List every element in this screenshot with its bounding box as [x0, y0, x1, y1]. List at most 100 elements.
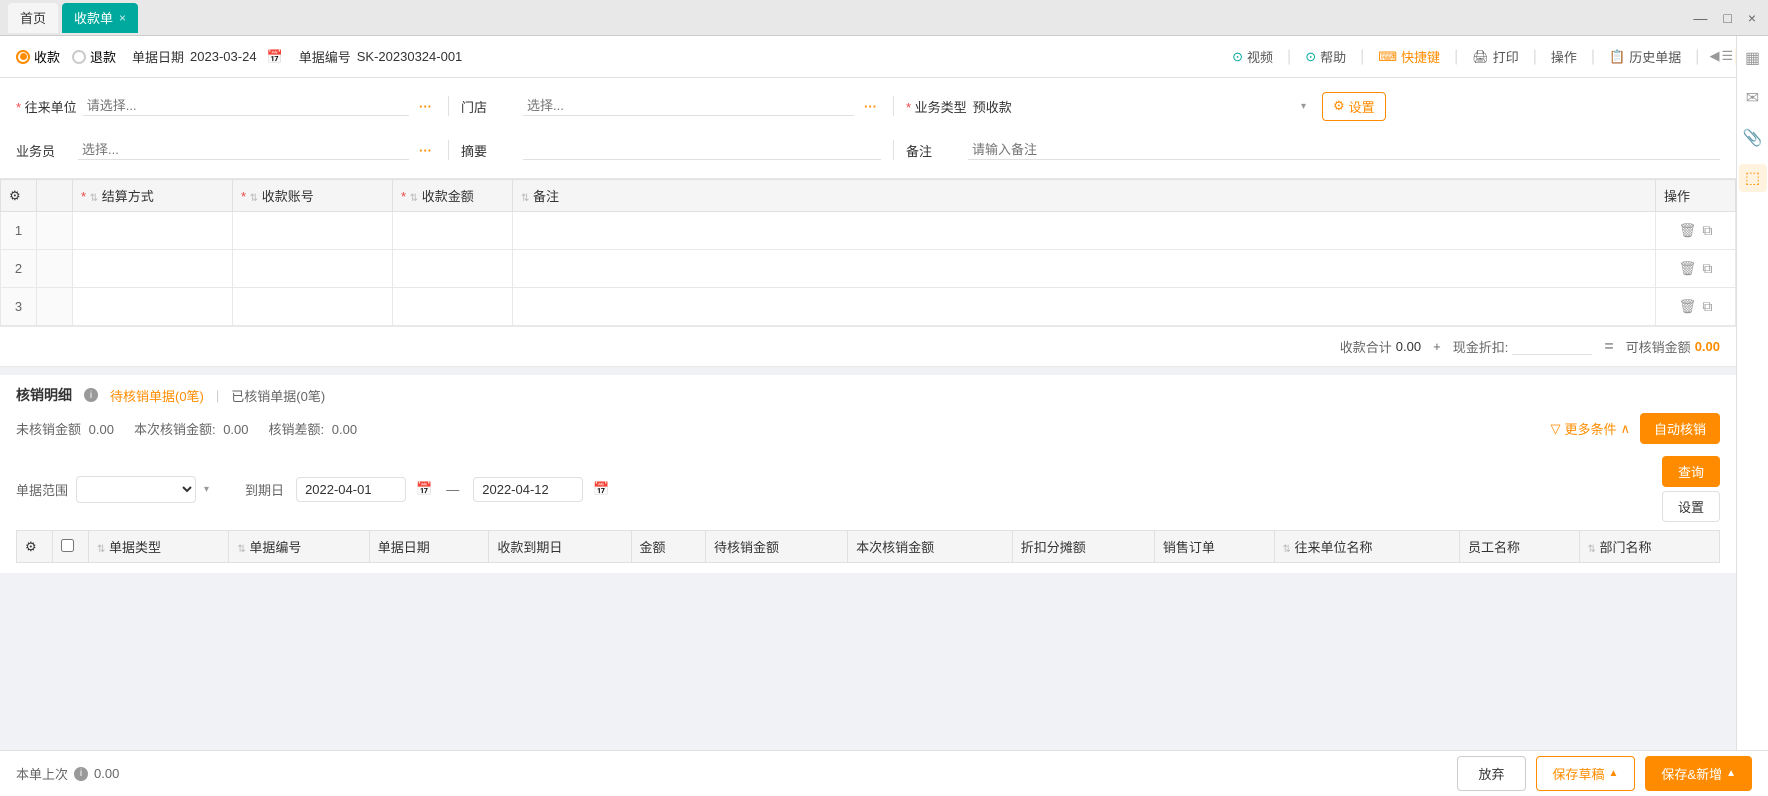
- salesperson-input[interactable]: [78, 140, 409, 160]
- receipt-type-radio: 收款 退款: [16, 47, 116, 66]
- amount-cell-2[interactable]: [393, 250, 513, 288]
- bottom-col-check[interactable]: [53, 531, 89, 563]
- sidebar-scan-icon[interactable]: ⬚: [1739, 164, 1767, 192]
- sep4: [893, 140, 894, 160]
- radio-receipt[interactable]: 收款: [16, 47, 60, 66]
- pending-tab-link[interactable]: 待核销单据(0笔): [110, 386, 204, 405]
- save-draft-chevron[interactable]: ▲: [1609, 768, 1619, 779]
- action-cell-3: 🗑 ⧉: [1656, 288, 1736, 326]
- row-index-2: [37, 250, 73, 288]
- calendar-start-icon[interactable]: 📅: [416, 481, 432, 497]
- abandon-button[interactable]: 放弃: [1457, 756, 1525, 791]
- copy-icon-3[interactable]: ⧉: [1702, 298, 1712, 315]
- list-layout-icon[interactable]: ☰: [1721, 48, 1733, 66]
- save-new-label: 保存&新增: [1661, 764, 1722, 783]
- history-btn[interactable]: 📋 历史单据: [1605, 45, 1685, 68]
- save-new-chevron[interactable]: ▲: [1726, 768, 1736, 779]
- note-cell-2[interactable]: [513, 250, 1656, 288]
- save-new-button[interactable]: 保存&新增 ▲: [1645, 756, 1752, 791]
- note-cell-3[interactable]: [513, 288, 1656, 326]
- bottom-col-due: 收款到期日: [489, 531, 631, 563]
- maximize-button[interactable]: □: [1719, 10, 1735, 26]
- due-label: 到期日: [245, 480, 284, 499]
- account-cell-2[interactable]: [233, 250, 393, 288]
- video-btn[interactable]: ⊙ 视频: [1228, 45, 1277, 68]
- partner-input[interactable]: [83, 96, 409, 116]
- prev-layout-icon[interactable]: ◀: [1709, 48, 1719, 66]
- shortcut-label: 快捷键: [1401, 47, 1440, 66]
- current-label: 本次核销金额:: [134, 422, 216, 437]
- biz-type-chevron[interactable]: ▾: [1301, 101, 1306, 112]
- delete-icon-2[interactable]: 🗑: [1679, 260, 1697, 277]
- help-btn[interactable]: ⊙ 帮助: [1301, 45, 1350, 68]
- print-btn[interactable]: 🖨 打印: [1468, 45, 1523, 68]
- copy-icon-1[interactable]: ⧉: [1702, 222, 1712, 239]
- form-row-2: 业务员 ··· 摘要 备注: [16, 132, 1720, 168]
- store-ellipsis[interactable]: ···: [860, 99, 881, 114]
- sort-number[interactable]: ⇅: [237, 544, 245, 555]
- sidebar-clip-icon[interactable]: 📎: [1739, 124, 1767, 152]
- range-dropdown-icon[interactable]: ▾: [204, 484, 209, 495]
- writeoff-settings-button[interactable]: 设置: [1662, 491, 1720, 522]
- total-value: 0.00: [1396, 339, 1421, 354]
- sort-partner[interactable]: ⇅: [1283, 544, 1291, 555]
- minimize-button[interactable]: —: [1689, 10, 1711, 26]
- auto-writeoff-btn[interactable]: 自动核销: [1640, 413, 1720, 444]
- footer-spacer: [0, 573, 1736, 633]
- account-cell-3[interactable]: [233, 288, 393, 326]
- summary-input[interactable]: [523, 140, 881, 160]
- tab-close-icon[interactable]: ×: [119, 11, 126, 25]
- range-select[interactable]: [76, 476, 196, 503]
- sort-type[interactable]: ⇅: [97, 544, 105, 555]
- col-gear[interactable]: ⚙: [1, 180, 37, 212]
- shortcut-btn[interactable]: ⌨ 快捷键: [1374, 45, 1444, 68]
- note-cell-1[interactable]: [513, 212, 1656, 250]
- next-info-icon[interactable]: i: [74, 767, 88, 781]
- video-label: 视频: [1247, 47, 1273, 66]
- copy-icon-2[interactable]: ⧉: [1702, 260, 1712, 277]
- date-start-input[interactable]: [296, 477, 406, 502]
- settle-cell-3[interactable]: [73, 288, 233, 326]
- bottom-col-pending: 待核销金额: [706, 531, 848, 563]
- query-button[interactable]: 查询: [1662, 456, 1720, 487]
- writeoff-section: 核销明细 i 待核销单据(0笔) | 已核销单据(0笔) 未核销金额 0.00 …: [0, 375, 1736, 573]
- filter-row: 单据范围 ▾ 到期日 📅 — 📅 查询 设置: [16, 456, 1720, 522]
- amount-cell-1[interactable]: [393, 212, 513, 250]
- discount-input[interactable]: [1512, 339, 1592, 355]
- amount-cell-3[interactable]: [393, 288, 513, 326]
- save-draft-button[interactable]: 保存草稿 ▲: [1536, 756, 1636, 791]
- select-all-checkbox[interactable]: [61, 539, 74, 552]
- info-icon[interactable]: i: [84, 388, 98, 402]
- col-action: 操作: [1656, 180, 1736, 212]
- settle-cell-2[interactable]: [73, 250, 233, 288]
- remark-input[interactable]: [968, 140, 1720, 160]
- col-settle: ⇅ 结算方式: [73, 180, 233, 212]
- radio-receipt-circle: [16, 50, 30, 64]
- sidebar-mail-icon[interactable]: ✉: [1739, 84, 1767, 112]
- action-btn[interactable]: 操作: [1547, 45, 1581, 68]
- settle-cell-1[interactable]: [73, 212, 233, 250]
- salesperson-field: 业务员 ···: [16, 140, 436, 160]
- partner-ellipsis[interactable]: ···: [415, 99, 436, 114]
- close-button[interactable]: ×: [1744, 10, 1760, 26]
- bottom-col-gear[interactable]: ⚙: [17, 531, 53, 563]
- main-scroll[interactable]: 往来单位 ··· 门店 ··· 业务类型 预收款 ▾ ⚙ 设: [0, 78, 1768, 750]
- delete-icon-3[interactable]: 🗑: [1679, 298, 1697, 315]
- calendar-end-icon[interactable]: 📅: [593, 481, 609, 497]
- sort-dept[interactable]: ⇅: [1588, 544, 1596, 555]
- tab-home[interactable]: 首页: [8, 3, 58, 33]
- store-input[interactable]: [523, 96, 854, 116]
- tab-receipt[interactable]: 收款单 ×: [62, 3, 138, 33]
- more-conditions-btn[interactable]: ▽ 更多条件 ∧: [1550, 419, 1630, 438]
- calendar-icon[interactable]: 📅: [267, 49, 283, 65]
- sidebar-table-icon[interactable]: ▦: [1739, 44, 1767, 72]
- done-tab-link[interactable]: 已核销单据(0笔): [231, 386, 325, 405]
- salesperson-ellipsis[interactable]: ···: [415, 143, 436, 158]
- radio-refund-circle: [72, 50, 86, 64]
- account-cell-1[interactable]: [233, 212, 393, 250]
- radio-refund[interactable]: 退款: [72, 47, 116, 66]
- delete-icon-1[interactable]: 🗑: [1679, 222, 1697, 239]
- date-end-input[interactable]: [473, 477, 583, 502]
- number-label: 单据编号: [299, 47, 351, 66]
- settings-button[interactable]: ⚙ 设置: [1322, 92, 1386, 121]
